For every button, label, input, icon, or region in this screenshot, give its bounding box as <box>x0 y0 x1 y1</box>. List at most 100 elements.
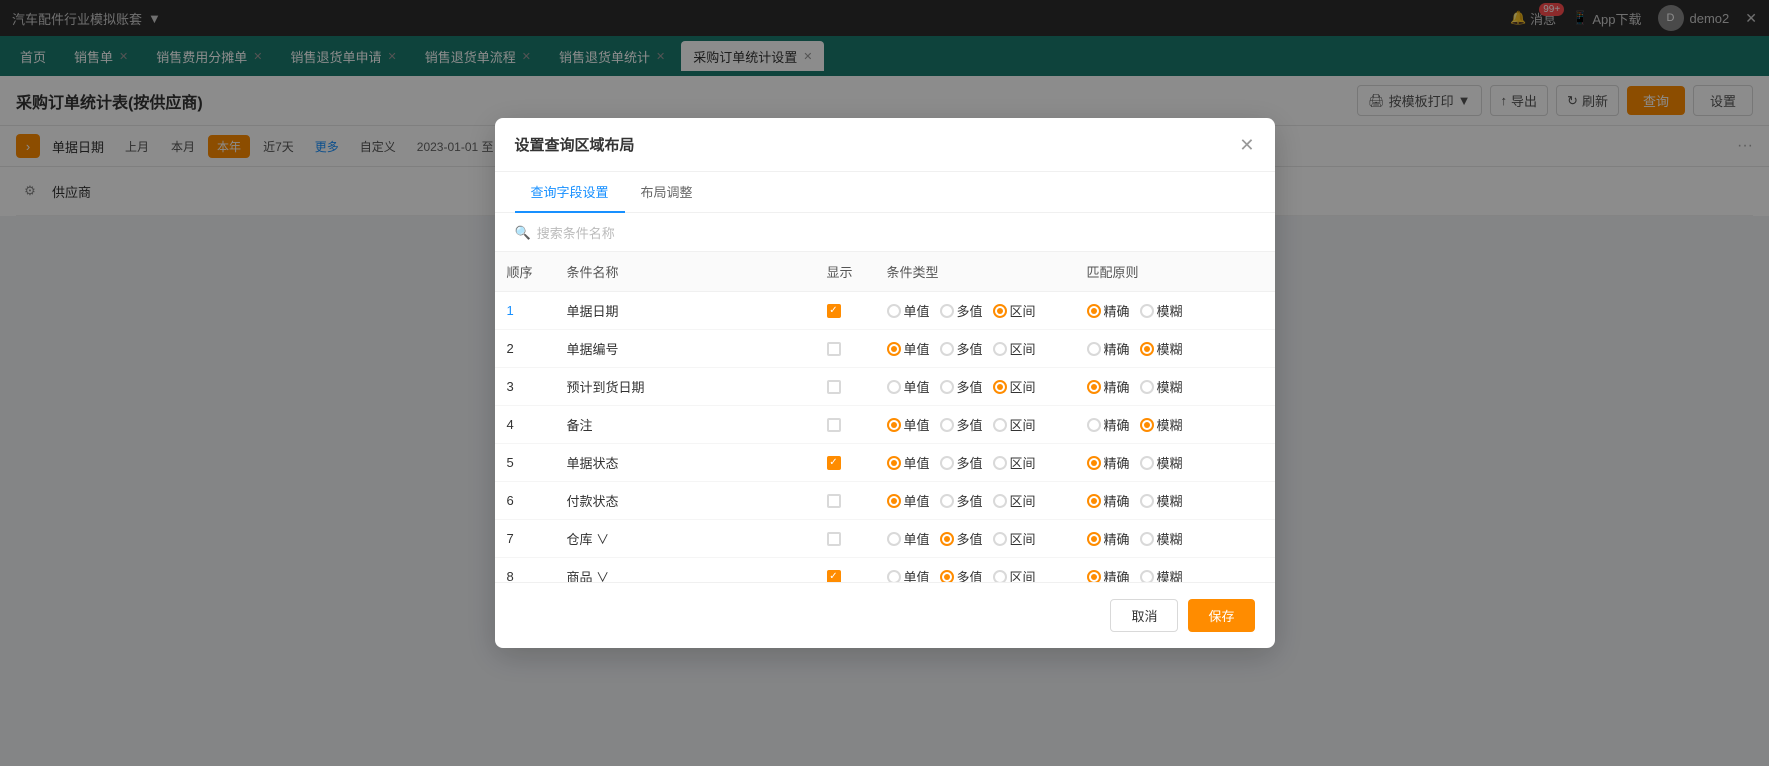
radio-match-模糊[interactable]: 模糊 <box>1140 529 1183 548</box>
radio-type-单值[interactable]: 单值 <box>887 339 930 358</box>
radio-match-精确[interactable]: 精确 <box>1087 377 1130 396</box>
radio-type-多值[interactable]: 多值 <box>940 529 983 548</box>
radio-match-精确[interactable]: 精确 <box>1087 301 1130 320</box>
radio-type-单值[interactable]: 单值 <box>887 491 930 510</box>
checkbox[interactable] <box>827 418 841 432</box>
radio-type-区间[interactable]: 区间 <box>993 301 1036 320</box>
radio-type-多值[interactable]: 多值 <box>940 415 983 434</box>
row-display-checkbox[interactable] <box>815 292 875 330</box>
radio-type-多值[interactable]: 多值 <box>940 377 983 396</box>
search-icon: 🔍 <box>515 225 531 241</box>
modal-tab-layout[interactable]: 布局调整 <box>625 172 709 213</box>
row-type-radios: 单值多值区间 <box>875 368 1075 406</box>
table-row: 5单据状态单值多值区间精确模糊 <box>495 444 1275 482</box>
radio-match-模糊[interactable]: 模糊 <box>1140 415 1183 434</box>
row-display-checkbox[interactable] <box>815 482 875 520</box>
row-display-checkbox[interactable] <box>815 558 875 583</box>
row-display-checkbox[interactable] <box>815 330 875 368</box>
checkbox[interactable] <box>827 532 841 546</box>
row-display-checkbox[interactable] <box>815 406 875 444</box>
radio-circle <box>1087 380 1101 394</box>
search-input[interactable] <box>537 226 737 241</box>
table-row: 2单据编号单值多值区间精确模糊 <box>495 330 1275 368</box>
row-order: 3 <box>495 368 555 406</box>
radio-type-单值[interactable]: 单值 <box>887 529 930 548</box>
radio-type-多值[interactable]: 多值 <box>940 491 983 510</box>
radio-match-模糊[interactable]: 模糊 <box>1140 377 1183 396</box>
modal-tab-query-fields[interactable]: 查询字段设置 <box>515 172 625 213</box>
radio-type-单值[interactable]: 单值 <box>887 301 930 320</box>
modal-close-button[interactable]: ✕ <box>1239 136 1254 154</box>
radio-circle <box>993 304 1007 318</box>
radio-circle <box>993 456 1007 470</box>
radio-type-单值[interactable]: 单值 <box>887 415 930 434</box>
radio-circle <box>1087 304 1101 318</box>
checkbox[interactable] <box>827 494 841 508</box>
row-match-radios: 精确模糊 <box>1075 558 1275 583</box>
save-button[interactable]: 保存 <box>1188 599 1254 632</box>
checkbox[interactable] <box>827 342 841 356</box>
radio-circle <box>993 570 1007 583</box>
th-type: 条件类型 <box>875 252 1075 292</box>
row-type-radios: 单值多值区间 <box>875 482 1075 520</box>
radio-circle <box>887 570 901 583</box>
radio-type-区间[interactable]: 区间 <box>993 567 1036 582</box>
checkbox[interactable] <box>827 570 841 583</box>
radio-type-区间[interactable]: 区间 <box>993 529 1036 548</box>
radio-circle <box>1140 570 1154 583</box>
table-row: 8商品 ∨ 单值多值区间 精确模糊 <box>495 558 1275 583</box>
radio-circle <box>887 418 901 432</box>
row-display-checkbox[interactable] <box>815 368 875 406</box>
radio-type-多值[interactable]: 多值 <box>940 339 983 358</box>
radio-match-精确[interactable]: 精确 <box>1087 567 1130 582</box>
radio-match-模糊[interactable]: 模糊 <box>1140 339 1183 358</box>
table-row: 3预计到货日期单值多值区间精确模糊 <box>495 368 1275 406</box>
radio-match-精确[interactable]: 精确 <box>1087 529 1130 548</box>
row-type-radios: 单值多值区间 <box>875 330 1075 368</box>
radio-type-单值[interactable]: 单值 <box>887 377 930 396</box>
radio-type-多值[interactable]: 多值 <box>940 567 983 582</box>
row-condition-name: 预计到货日期 <box>555 368 815 406</box>
row-order: 8 <box>495 558 555 583</box>
row-match-radios: 精确模糊 <box>1075 444 1275 482</box>
modal-header: 设置查询区域布局 ✕ <box>495 118 1275 172</box>
row-display-checkbox[interactable] <box>815 444 875 482</box>
row-condition-name: 单据日期 <box>555 292 815 330</box>
row-type-radios: 单值多值区间 <box>875 406 1075 444</box>
radio-match-精确[interactable]: 精确 <box>1087 491 1130 510</box>
radio-type-区间[interactable]: 区间 <box>993 415 1036 434</box>
radio-match-精确[interactable]: 精确 <box>1087 339 1130 358</box>
row-display-checkbox[interactable] <box>815 520 875 558</box>
row-condition-name: 商品 ∨ <box>555 558 815 583</box>
radio-type-单值[interactable]: 单值 <box>887 567 930 582</box>
radio-circle <box>1140 418 1154 432</box>
radio-circle <box>993 418 1007 432</box>
radio-type-多值[interactable]: 多值 <box>940 301 983 320</box>
radio-match-模糊[interactable]: 模糊 <box>1140 567 1183 582</box>
modal-tabs: 查询字段设置 布局调整 <box>495 172 1275 213</box>
radio-type-区间[interactable]: 区间 <box>993 491 1036 510</box>
radio-circle <box>887 494 901 508</box>
radio-type-区间[interactable]: 区间 <box>993 377 1036 396</box>
row-type-radios: 单值多值区间 <box>875 292 1075 330</box>
radio-type-多值[interactable]: 多值 <box>940 453 983 472</box>
row-condition-name: 备注 <box>555 406 815 444</box>
checkbox[interactable] <box>827 380 841 394</box>
radio-match-精确[interactable]: 精确 <box>1087 453 1130 472</box>
radio-type-区间[interactable]: 区间 <box>993 453 1036 472</box>
cancel-button[interactable]: 取消 <box>1110 599 1178 632</box>
modal-title: 设置查询区域布局 <box>515 134 635 155</box>
checkbox[interactable] <box>827 304 841 318</box>
radio-match-精确[interactable]: 精确 <box>1087 415 1130 434</box>
radio-circle <box>940 418 954 432</box>
radio-circle <box>940 494 954 508</box>
radio-circle <box>940 532 954 546</box>
radio-type-区间[interactable]: 区间 <box>993 339 1036 358</box>
row-order: 2 <box>495 330 555 368</box>
radio-type-单值[interactable]: 单值 <box>887 453 930 472</box>
radio-match-模糊[interactable]: 模糊 <box>1140 491 1183 510</box>
th-name: 条件名称 <box>555 252 815 292</box>
checkbox[interactable] <box>827 456 841 470</box>
radio-match-模糊[interactable]: 模糊 <box>1140 301 1183 320</box>
radio-match-模糊[interactable]: 模糊 <box>1140 453 1183 472</box>
